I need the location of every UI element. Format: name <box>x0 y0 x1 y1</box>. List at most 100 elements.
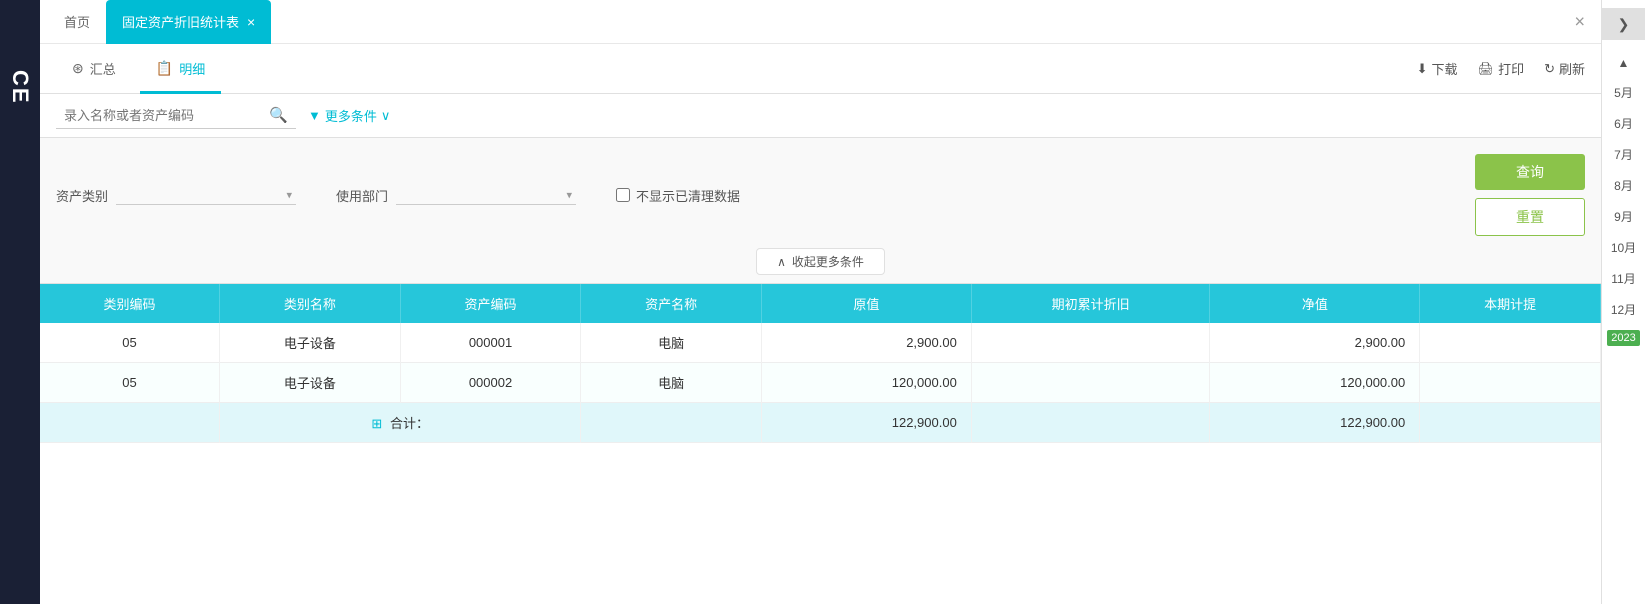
cell-category-code-1: 05 <box>40 323 220 363</box>
col-current-period: 本期计提 <box>1420 284 1601 323</box>
print-icon: 🖨 <box>1478 61 1495 77</box>
chevron-up-icon: ∧ <box>777 255 786 269</box>
total-empty-1 <box>40 403 220 443</box>
month-item-12[interactable]: 12月 <box>1602 295 1645 324</box>
main-tab-label: 固定资产折旧统计表 <box>122 12 239 31</box>
asset-category-select[interactable] <box>116 185 296 205</box>
month-item-5[interactable]: 5月 <box>1602 78 1645 107</box>
asset-category-label: 资产类别 <box>56 186 108 205</box>
logo-text: CE <box>7 70 33 105</box>
cell-category-code-2: 05 <box>40 363 220 403</box>
print-label: 打印 <box>1498 59 1524 78</box>
month-item-6[interactable]: 6月 <box>1602 109 1645 138</box>
sub-tabs-left: ⊛ 汇总 📋 明细 <box>56 44 221 93</box>
nav-home[interactable]: 首页 <box>56 12 98 31</box>
month-scroll-up[interactable]: ▲ <box>1602 50 1645 76</box>
hide-cleared-checkbox-item[interactable]: 不显示已清理数据 <box>616 186 740 205</box>
more-conditions-label: 更多条件 <box>325 106 377 125</box>
hide-cleared-checkbox[interactable] <box>616 188 630 202</box>
col-accumulated-depreciation: 期初累计折旧 <box>971 284 1210 323</box>
chevron-down-icon: ∨ <box>381 108 391 124</box>
col-asset-name: 资产名称 <box>581 284 762 323</box>
tab-detail-label: 明细 <box>179 59 205 78</box>
main-tab[interactable]: 固定资产折旧统计表 × <box>106 0 271 44</box>
search-icon[interactable]: 🔍 <box>269 106 288 124</box>
detail-icon: 📋 <box>156 60 173 77</box>
main-content: 首页 固定资产折旧统计表 × × ⊛ 汇总 📋 明细 ⬇ 下载 🖨 <box>40 0 1601 604</box>
table-header: 类别编码 类别名称 资产编码 资产名称 原值 期初累计折旧 净值 本期计提 <box>40 284 1601 323</box>
col-category-name: 类别名称 <box>220 284 401 323</box>
department-select-wrap <box>396 185 576 205</box>
query-button[interactable]: 查询 <box>1475 154 1585 190</box>
right-chevron-icon: ❯ <box>1618 16 1630 33</box>
table-row: 05 电子设备 000001 电脑 2,900.00 2,900.00 <box>40 323 1601 363</box>
top-nav: 首页 固定资产折旧统计表 × × <box>40 0 1601 44</box>
total-accumulated <box>971 403 1210 443</box>
sidebar-logo: CE <box>0 0 40 604</box>
collapse-row: ∧ 收起更多条件 <box>56 248 1585 275</box>
month-item-10[interactable]: 10月 <box>1602 233 1645 262</box>
month-item-7[interactable]: 7月 <box>1602 140 1645 169</box>
total-net-value: 122,900.00 <box>1210 403 1420 443</box>
col-asset-code: 资产编码 <box>400 284 581 323</box>
tab-detail[interactable]: 📋 明细 <box>140 45 221 94</box>
cell-accumulated-2 <box>971 363 1210 403</box>
filter-icon: ▼ <box>308 108 321 123</box>
cell-original-value-2: 120,000.00 <box>762 363 972 403</box>
col-original-value: 原值 <box>762 284 972 323</box>
cell-category-name-2: 电子设备 <box>220 363 401 403</box>
total-empty-2 <box>581 403 762 443</box>
download-icon: ⬇ <box>1417 61 1428 77</box>
month-item-11[interactable]: 11月 <box>1602 264 1645 293</box>
col-net-value: 净值 <box>1210 284 1420 323</box>
cell-accumulated-1 <box>971 323 1210 363</box>
department-select[interactable] <box>396 185 576 205</box>
table-body: 05 电子设备 000001 电脑 2,900.00 2,900.00 05 电… <box>40 323 1601 443</box>
total-label-cell: ⊞ 合计： <box>220 403 581 443</box>
toolbar-actions: ⬇ 下载 🖨 打印 ↻ 刷新 <box>1417 59 1585 78</box>
month-item-9[interactable]: 9月 <box>1602 202 1645 231</box>
search-wrap: 🔍 <box>56 102 296 129</box>
table-total-row: ⊞ 合计： 122,900.00 122,900.00 <box>40 403 1601 443</box>
more-conditions-button[interactable]: ▼ 更多条件 ∨ <box>308 106 390 125</box>
total-current-period <box>1420 403 1601 443</box>
tab-summary[interactable]: ⊛ 汇总 <box>56 45 132 94</box>
data-table: 类别编码 类别名称 资产编码 资产名称 原值 期初累计折旧 净值 本期计提 05… <box>40 284 1601 443</box>
close-tab-button[interactable]: × <box>247 14 255 30</box>
department-filter: 使用部门 <box>336 185 576 205</box>
reset-button[interactable]: 重置 <box>1475 198 1585 236</box>
refresh-label: 刷新 <box>1559 59 1585 78</box>
download-button[interactable]: ⬇ 下载 <box>1417 59 1458 78</box>
cell-asset-code-1: 000001 <box>400 323 581 363</box>
right-sidebar: ❯ ▲ 5月 6月 7月 8月 9月 10月 11月 12月 2023 <box>1601 0 1645 604</box>
advanced-filter-panel: 资产类别 使用部门 不显示已清理数据 <box>40 138 1601 284</box>
asset-category-filter: 资产类别 <box>56 185 296 205</box>
month-item-8[interactable]: 8月 <box>1602 171 1645 200</box>
cell-asset-name-2: 电脑 <box>581 363 762 403</box>
print-button[interactable]: 🖨 打印 <box>1478 59 1525 78</box>
tab-summary-label: 汇总 <box>90 59 116 78</box>
filter-bar: 🔍 ▼ 更多条件 ∨ <box>40 94 1601 138</box>
table-row: 05 电子设备 000002 电脑 120,000.00 120,000.00 <box>40 363 1601 403</box>
search-input[interactable] <box>64 108 263 123</box>
cell-net-value-1: 2,900.00 <box>1210 323 1420 363</box>
refresh-button[interactable]: ↻ 刷新 <box>1544 59 1585 78</box>
summary-icon: ⊛ <box>72 60 84 77</box>
asset-category-select-wrap <box>116 185 296 205</box>
cell-original-value-1: 2,900.00 <box>762 323 972 363</box>
cell-asset-code-2: 000002 <box>400 363 581 403</box>
download-label: 下载 <box>1432 59 1458 78</box>
cell-category-name-1: 电子设备 <box>220 323 401 363</box>
year-badge[interactable]: 2023 <box>1607 330 1639 346</box>
department-label: 使用部门 <box>336 186 388 205</box>
close-window-button[interactable]: × <box>1574 11 1585 32</box>
cell-current-period-1 <box>1420 323 1601 363</box>
total-icon: ⊞ <box>371 416 382 431</box>
collapse-label: 收起更多条件 <box>792 253 864 270</box>
filter-buttons: 查询 重置 <box>1475 154 1585 236</box>
collapse-button[interactable]: ∧ 收起更多条件 <box>756 248 885 275</box>
sidebar-collapse-button[interactable]: ❯ <box>1602 8 1645 40</box>
col-category-code: 类别编码 <box>40 284 220 323</box>
data-table-wrap: 类别编码 类别名称 资产编码 资产名称 原值 期初累计折旧 净值 本期计提 05… <box>40 284 1601 604</box>
cell-net-value-2: 120,000.00 <box>1210 363 1420 403</box>
